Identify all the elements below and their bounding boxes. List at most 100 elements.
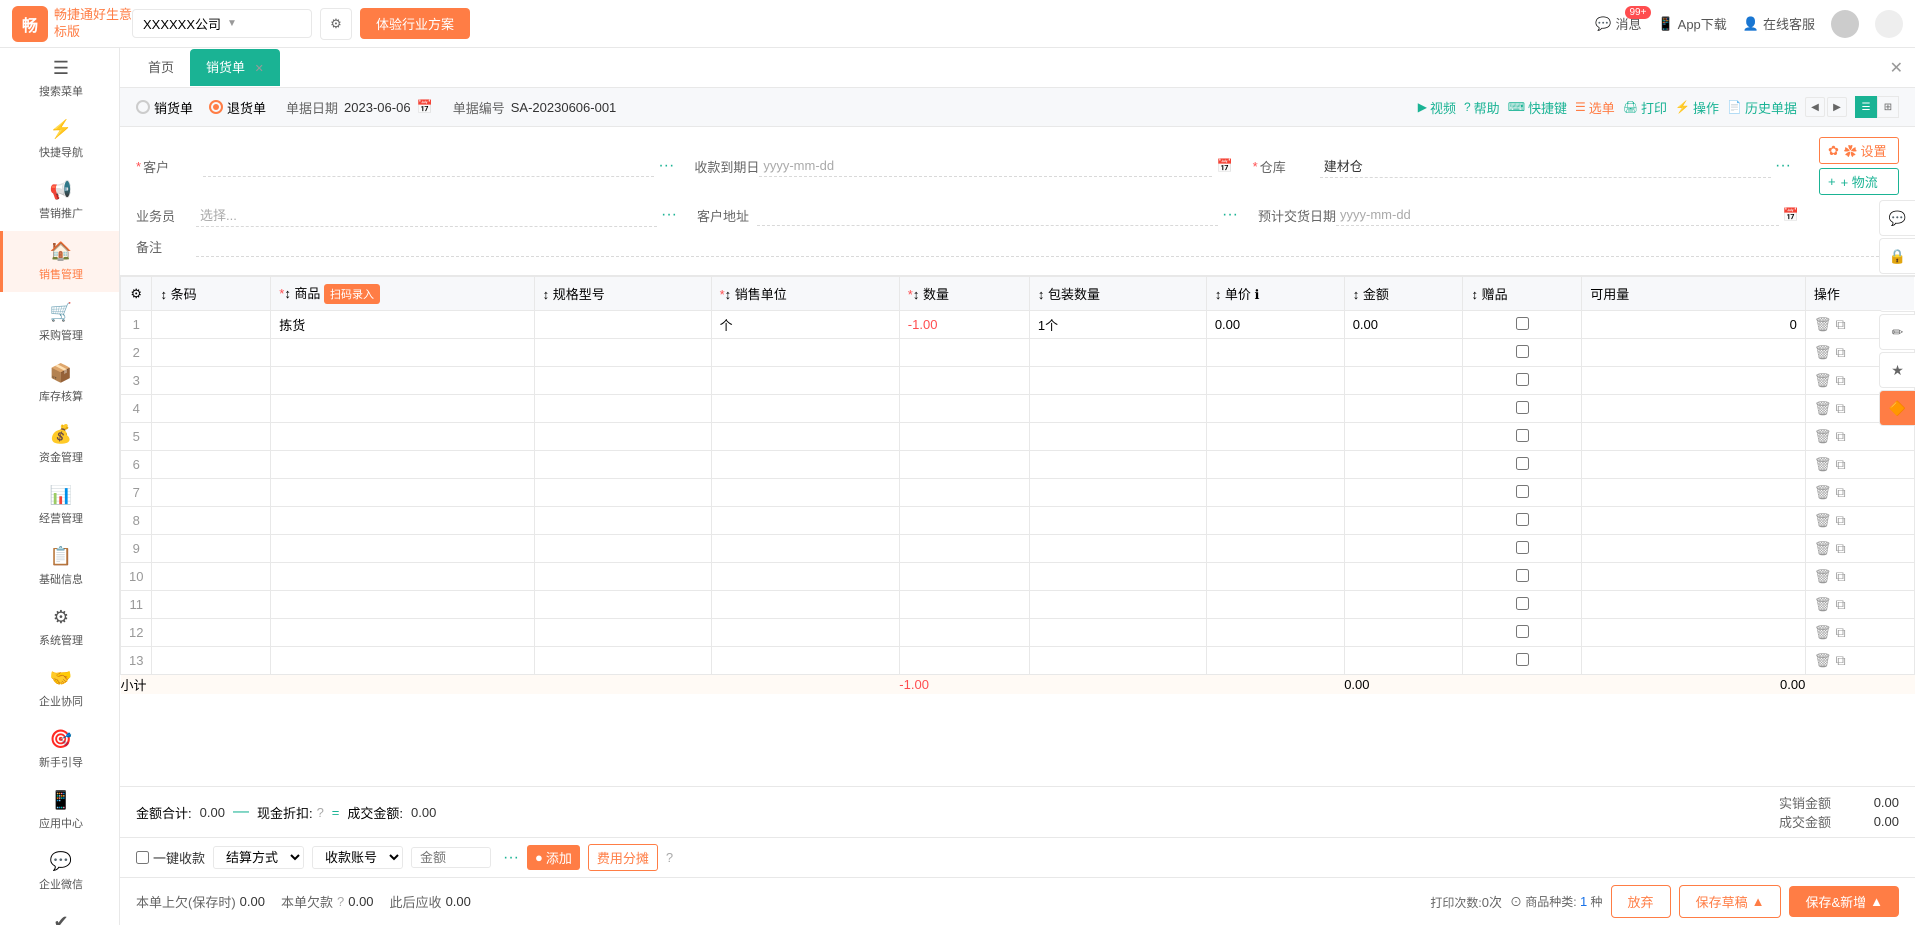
debt-help-icon[interactable]: ? — [337, 894, 344, 909]
gift-checkbox[interactable] — [1516, 345, 1529, 358]
cell-barcode[interactable] — [152, 535, 271, 563]
cell-unit-price[interactable] — [1206, 619, 1344, 647]
cell-product[interactable] — [271, 535, 534, 563]
warehouse-input[interactable]: 建材仓 — [1320, 154, 1771, 178]
cell-spec[interactable] — [534, 423, 711, 451]
sidebar-item-finance[interactable]: 💰 资金管理 — [0, 414, 119, 475]
cell-pack-qty[interactable] — [1029, 367, 1206, 395]
account-dots-icon[interactable]: ··· — [503, 849, 519, 867]
cell-product[interactable] — [271, 619, 534, 647]
gift-checkbox[interactable] — [1516, 541, 1529, 554]
cell-pack-qty[interactable] — [1029, 619, 1206, 647]
salesperson-select-icon[interactable]: ··· — [661, 206, 677, 224]
scan-button[interactable]: 扫码录入 — [324, 284, 380, 304]
cell-unit[interactable] — [711, 367, 899, 395]
cell-gift[interactable] — [1463, 311, 1582, 339]
cell-barcode[interactable] — [152, 423, 271, 451]
cell-amount[interactable] — [1344, 339, 1463, 367]
delete-row-icon[interactable]: 🗑 — [1814, 316, 1832, 333]
cell-unit[interactable] — [711, 395, 899, 423]
delete-row-icon[interactable]: 🗑 — [1814, 512, 1832, 529]
cell-barcode[interactable] — [152, 451, 271, 479]
copy-row-icon[interactable]: ⧉ — [1836, 624, 1846, 641]
cell-spec[interactable] — [534, 507, 711, 535]
cell-unit-price[interactable] — [1206, 591, 1344, 619]
cell-gift[interactable] — [1463, 479, 1582, 507]
app-download-button[interactable]: 📱 App下载 — [1657, 14, 1726, 33]
copy-row-icon[interactable]: ⧉ — [1836, 484, 1846, 501]
gift-checkbox[interactable] — [1516, 429, 1529, 442]
sidebar-item-system-mgmt[interactable]: ⚙ 系统管理 — [0, 597, 119, 658]
cell-barcode[interactable] — [152, 591, 271, 619]
cell-barcode[interactable] — [152, 647, 271, 675]
cell-amount[interactable] — [1344, 535, 1463, 563]
cell-product[interactable] — [271, 479, 534, 507]
help-link[interactable]: ? 帮助 — [1464, 98, 1500, 117]
cell-spec[interactable] — [534, 563, 711, 591]
logistics-button[interactable]: + + 物流 — [1819, 168, 1899, 195]
copy-row-icon[interactable]: ⧉ — [1836, 596, 1846, 613]
copy-row-icon[interactable]: ⧉ — [1836, 428, 1846, 445]
cell-spec[interactable] — [534, 479, 711, 507]
cell-unit[interactable] — [711, 563, 899, 591]
cell-gift[interactable] — [1463, 423, 1582, 451]
cell-unit[interactable] — [711, 507, 899, 535]
sidebar-item-new-guide[interactable]: 🎯 新手引导 — [0, 719, 119, 780]
gift-checkbox[interactable] — [1516, 653, 1529, 666]
account-select[interactable]: 收款账号 — [312, 846, 403, 869]
rf-edit-button[interactable]: ✏ — [1879, 314, 1915, 350]
th-gear[interactable]: ⚙ — [121, 277, 152, 311]
cell-product[interactable] — [271, 647, 534, 675]
cell-barcode[interactable] — [152, 311, 271, 339]
delete-row-icon[interactable]: 🗑 — [1814, 428, 1832, 445]
payment-due-input[interactable]: yyyy-mm-dd — [759, 155, 1212, 177]
cell-unit[interactable] — [711, 479, 899, 507]
gift-checkbox[interactable] — [1516, 485, 1529, 498]
cell-unit-price[interactable] — [1206, 479, 1344, 507]
sidebar-item-marketing[interactable]: 📢 营销推广 — [0, 170, 119, 231]
cell-barcode[interactable] — [152, 479, 271, 507]
gift-checkbox[interactable] — [1516, 597, 1529, 610]
cell-qty[interactable] — [899, 451, 1029, 479]
return-radio[interactable]: 退货单 — [209, 98, 266, 117]
copy-row-icon[interactable]: ⧉ — [1836, 568, 1846, 585]
cell-unit[interactable] — [711, 647, 899, 675]
cell-unit-price[interactable] — [1206, 423, 1344, 451]
gift-checkbox[interactable] — [1516, 569, 1529, 582]
cell-spec[interactable] — [534, 535, 711, 563]
cell-qty[interactable] — [899, 479, 1029, 507]
cell-unit[interactable] — [711, 339, 899, 367]
cell-product[interactable] — [271, 563, 534, 591]
cell-amount[interactable] — [1344, 423, 1463, 451]
print-link[interactable]: 🖨 打印 — [1623, 98, 1667, 117]
cell-product[interactable] — [271, 367, 534, 395]
discard-button[interactable]: 放弃 — [1611, 885, 1671, 918]
close-all-tabs-button[interactable]: ✕ — [1890, 58, 1903, 78]
copy-row-icon[interactable]: ⧉ — [1836, 316, 1846, 333]
delete-row-icon[interactable]: 🗑 — [1814, 456, 1832, 473]
cell-pack-qty[interactable]: 1个 — [1029, 311, 1206, 339]
cell-pack-qty[interactable] — [1029, 479, 1206, 507]
cell-qty[interactable]: -1.00 — [899, 311, 1029, 339]
cell-qty[interactable] — [899, 507, 1029, 535]
sidebar-item-vip-member[interactable]: ✔ 畅会员 — [0, 902, 119, 925]
copy-row-icon[interactable]: ⧉ — [1836, 372, 1846, 389]
cell-pack-qty[interactable] — [1029, 395, 1206, 423]
copy-row-icon[interactable]: ⧉ — [1836, 400, 1846, 417]
cell-product[interactable] — [271, 395, 534, 423]
cell-qty[interactable] — [899, 591, 1029, 619]
cell-gift[interactable] — [1463, 563, 1582, 591]
cell-unit-price[interactable] — [1206, 535, 1344, 563]
cell-gift[interactable] — [1463, 535, 1582, 563]
cell-unit-price[interactable] — [1206, 339, 1344, 367]
cell-unit[interactable] — [711, 619, 899, 647]
cell-gift[interactable] — [1463, 395, 1582, 423]
rf-comment-button[interactable]: 💬 — [1879, 200, 1915, 236]
cell-unit-price[interactable] — [1206, 395, 1344, 423]
copy-row-icon[interactable]: ⧉ — [1836, 652, 1846, 669]
save-draft-button[interactable]: 保存草稿 ▲ — [1679, 885, 1782, 918]
expected-calendar-icon[interactable]: 📅 — [1783, 207, 1799, 223]
fee-help-icon[interactable]: ? — [666, 850, 673, 865]
cell-pack-qty[interactable] — [1029, 507, 1206, 535]
delete-row-icon[interactable]: 🗑 — [1814, 400, 1832, 417]
